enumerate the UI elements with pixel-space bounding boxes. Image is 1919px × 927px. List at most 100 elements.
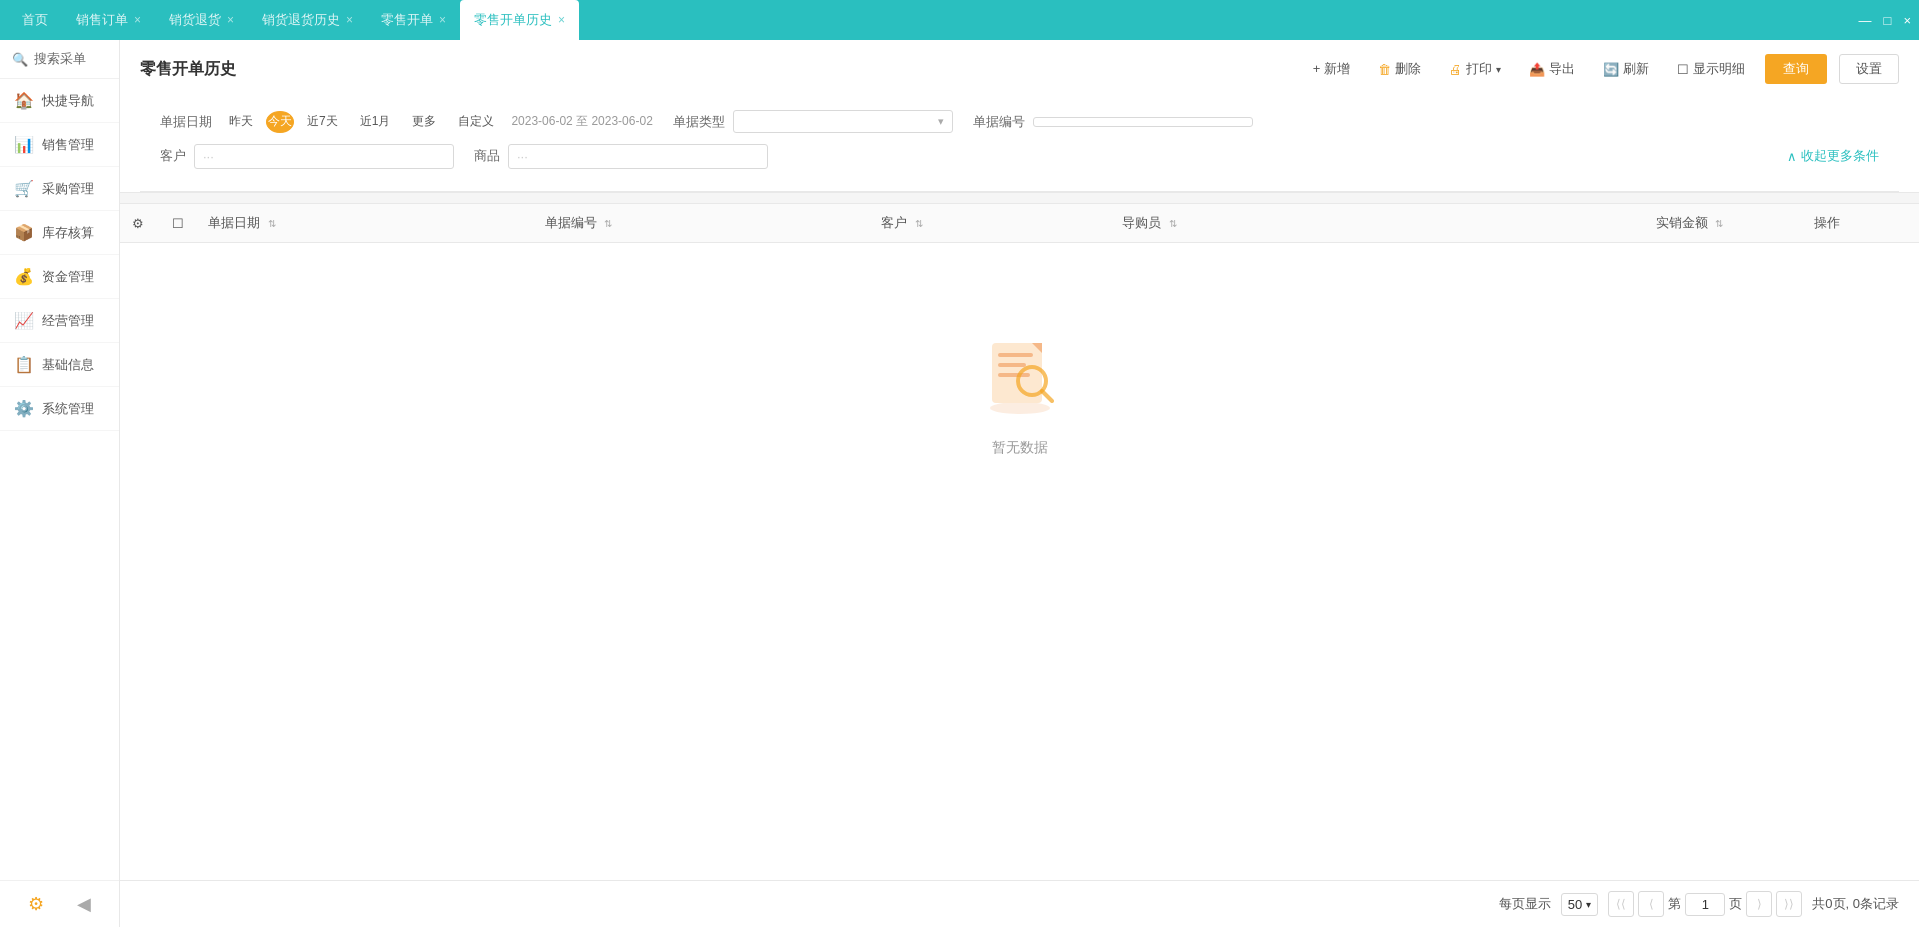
display-detail-button[interactable]: ☐ 显示明细 xyxy=(1669,56,1753,82)
first-page-btn[interactable]: ⟨⟨ xyxy=(1608,891,1634,917)
table-checkbox[interactable]: ☐ xyxy=(172,216,184,231)
th-date-label: 单据日期 xyxy=(208,215,260,230)
table-checkbox-col[interactable]: ☐ xyxy=(160,204,196,243)
sidebar-item-basic-info[interactable]: 📋 基础信息 xyxy=(0,343,119,387)
tab-sales-order[interactable]: 销售订单 × xyxy=(62,0,155,40)
empty-text: 暂无数据 xyxy=(992,439,1048,457)
date-btn-custom[interactable]: 自定义 xyxy=(449,110,503,133)
page-input[interactable] xyxy=(1685,893,1725,916)
delete-icon: 🗑 xyxy=(1378,62,1391,77)
type-filter-label: 单据类型 xyxy=(673,113,725,131)
query-button[interactable]: 查询 xyxy=(1765,54,1827,84)
page-size-select[interactable]: 50 ▾ xyxy=(1561,893,1598,916)
type-filter-select[interactable]: ▾ xyxy=(733,110,953,133)
th-number-sort-icon: ⇅ xyxy=(604,218,612,229)
sidebar-item-sales-mgmt[interactable]: 📊 销售管理 xyxy=(0,123,119,167)
home-icon: 🏠 xyxy=(14,91,34,110)
svg-point-0 xyxy=(990,402,1050,414)
page-label: 第 xyxy=(1668,895,1681,913)
page-title: 零售开单历史 xyxy=(140,59,236,80)
window-controls: — □ × xyxy=(1859,13,1911,28)
tab-sales-return-close[interactable]: × xyxy=(227,13,234,27)
tab-retail-open-history-label: 零售开单历史 xyxy=(474,11,552,29)
sidebar-item-operations[interactable]: 📈 经营管理 xyxy=(0,299,119,343)
th-amount[interactable]: 实销金额 ⇅ xyxy=(1399,204,1736,243)
sidebar-item-inventory[interactable]: 📦 库存核算 xyxy=(0,211,119,255)
print-button[interactable]: 🖨 打印 ▾ xyxy=(1441,56,1509,82)
refresh-button[interactable]: 🔄 刷新 xyxy=(1595,56,1657,82)
per-page-label: 每页显示 xyxy=(1499,895,1551,913)
th-customer-label: 客户 xyxy=(881,215,907,230)
th-salesperson[interactable]: 导购员 ⇅ xyxy=(1110,204,1399,243)
sidebar-item-basic-info-label: 基础信息 xyxy=(42,356,94,374)
th-action: 操作 xyxy=(1735,204,1919,243)
export-button[interactable]: 📤 导出 xyxy=(1521,56,1583,82)
sidebar-item-operations-label: 经营管理 xyxy=(42,312,94,330)
sidebar-item-purchase-mgmt[interactable]: 🛒 采购管理 xyxy=(0,167,119,211)
page-size-value: 50 xyxy=(1568,897,1582,912)
date-btn-yesterday[interactable]: 昨天 xyxy=(220,110,262,133)
pagination-nav: ⟨⟨ ⟨ 第 页 ⟩ ⟩⟩ xyxy=(1608,891,1802,917)
tab-sales-order-close[interactable]: × xyxy=(134,13,141,27)
sidebar-settings-icon[interactable]: ⚙ xyxy=(28,893,44,915)
sidebar-item-quick-nav[interactable]: 🏠 快捷导航 xyxy=(0,79,119,123)
prev-page-btn[interactable]: ⟨ xyxy=(1638,891,1664,917)
page-unit: 页 xyxy=(1729,895,1742,913)
th-customer[interactable]: 客户 ⇅ xyxy=(869,204,1110,243)
date-btn-more[interactable]: 更多 xyxy=(403,110,445,133)
tab-retail-open-close[interactable]: × xyxy=(439,13,446,27)
window-minimize[interactable]: — xyxy=(1859,13,1872,28)
delete-button[interactable]: 🗑 删除 xyxy=(1370,56,1429,82)
last-page-btn[interactable]: ⟩⟩ xyxy=(1776,891,1802,917)
goods-filter-input[interactable]: ··· xyxy=(508,144,768,169)
settings-button[interactable]: 设置 xyxy=(1839,54,1899,84)
number-filter-group: 单据编号 xyxy=(973,113,1253,131)
sidebar-item-system-mgmt-label: 系统管理 xyxy=(42,400,94,418)
print-button-label: 打印 xyxy=(1466,60,1492,78)
tab-retail-open-history-close[interactable]: × xyxy=(558,13,565,27)
empty-state: 暂无数据 xyxy=(120,243,1919,537)
tab-retail-open[interactable]: 零售开单 × xyxy=(367,0,460,40)
table-settings-icon[interactable]: ⚙ xyxy=(132,216,144,231)
sidebar-item-system-mgmt[interactable]: ⚙️ 系统管理 xyxy=(0,387,119,431)
window-close[interactable]: × xyxy=(1903,13,1911,28)
goods-filter-group: 商品 ··· xyxy=(474,144,768,169)
date-btn-1month[interactable]: 近1月 xyxy=(351,110,400,133)
customer-placeholder: ··· xyxy=(203,149,214,164)
th-number[interactable]: 单据编号 ⇅ xyxy=(533,204,870,243)
sidebar-item-inventory-label: 库存核算 xyxy=(42,224,94,242)
sidebar-search[interactable]: 🔍 搜索采单 xyxy=(0,40,119,79)
customer-filter-group: 客户 ··· xyxy=(160,144,454,169)
th-date[interactable]: 单据日期 ⇅ xyxy=(196,204,533,243)
date-btn-7days[interactable]: 近7天 xyxy=(298,110,347,133)
collapse-button[interactable]: ∧ 收起更多条件 xyxy=(1787,143,1879,169)
tab-sales-return[interactable]: 销货退货 × xyxy=(155,0,248,40)
th-salesperson-sort-icon: ⇅ xyxy=(1169,218,1177,229)
table-settings-col[interactable]: ⚙ xyxy=(120,204,160,243)
number-filter-input[interactable] xyxy=(1033,117,1253,127)
toolbar: + 新增 🗑 删除 🖨 打印 ▾ 📤 导出 xyxy=(1305,54,1899,84)
tab-sales-return-history[interactable]: 销货退货历史 × xyxy=(248,0,367,40)
customer-filter-input[interactable]: ··· xyxy=(194,144,454,169)
checkbox-icon: ☐ xyxy=(1677,62,1689,77)
sidebar-item-finance[interactable]: 💰 资金管理 xyxy=(0,255,119,299)
tab-retail-open-history[interactable]: 零售开单历史 × xyxy=(460,0,579,40)
page-header: 零售开单历史 + 新增 🗑 删除 🖨 打印 ▾ 📤 xyxy=(120,40,1919,193)
tab-sales-return-history-close[interactable]: × xyxy=(346,13,353,27)
tab-home[interactable]: 首页 xyxy=(8,0,62,40)
export-icon: 📤 xyxy=(1529,62,1545,77)
svg-rect-3 xyxy=(998,363,1026,367)
empty-illustration xyxy=(970,323,1070,423)
sidebar: 🔍 搜索采单 🏠 快捷导航 📊 销售管理 🛒 采购管理 📦 库存核算 💰 资金管… xyxy=(0,40,120,927)
th-customer-sort-icon: ⇅ xyxy=(915,218,923,229)
next-page-btn[interactable]: ⟩ xyxy=(1746,891,1772,917)
pagination-bar: 每页显示 50 ▾ ⟨⟨ ⟨ 第 页 ⟩ ⟩⟩ 共0页, 0条记录 xyxy=(120,880,1919,927)
sidebar-collapse-icon[interactable]: ◀ xyxy=(77,893,91,915)
page-title-row: 零售开单历史 + 新增 🗑 删除 🖨 打印 ▾ 📤 xyxy=(140,54,1899,84)
date-btn-today[interactable]: 今天 xyxy=(266,111,294,133)
date-buttons: 昨天 今天 近7天 近1月 更多 自定义 xyxy=(220,110,503,133)
window-maximize[interactable]: □ xyxy=(1884,13,1892,28)
th-action-label: 操作 xyxy=(1814,215,1840,230)
goods-filter-label: 商品 xyxy=(474,147,500,165)
add-button[interactable]: + 新增 xyxy=(1305,56,1358,82)
